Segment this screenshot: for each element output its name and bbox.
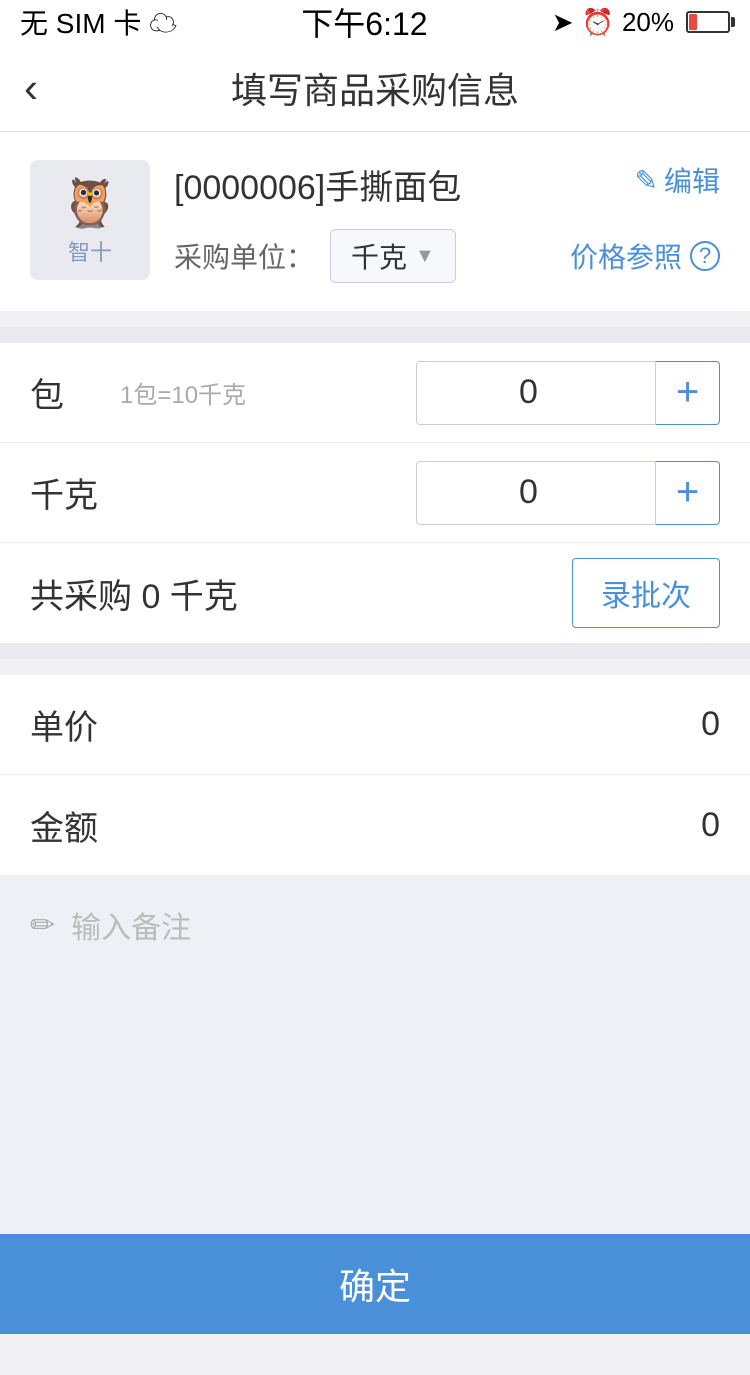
unit-price-label: 单价 <box>30 700 98 749</box>
product-thumb-text: 智十 <box>68 235 112 267</box>
remark-section[interactable]: ✏ 输入备注 <box>0 875 750 975</box>
product-name: [0000006]手撕面包 <box>174 160 461 209</box>
unit-price-row: 单价 0 <box>0 675 750 775</box>
bag-input-row: 包 1包=10千克 + <box>0 343 750 443</box>
kg-plus-button[interactable]: + <box>656 461 720 525</box>
record-batch-button[interactable]: 录批次 <box>572 558 720 628</box>
product-thumbnail: 🦉 智十 <box>30 160 150 280</box>
status-bar: 无 SIM 卡 ☁ 下午6:12 ➤ ⏰ 20% <box>0 0 750 44</box>
amount-row: 金额 0 <box>0 775 750 875</box>
edit-label: 编辑 <box>664 160 720 200</box>
unit-value: 千克 <box>351 236 407 276</box>
nav-bar: ‹ 填写商品采购信息 <box>0 44 750 132</box>
status-left: 无 SIM 卡 ☁ <box>20 2 177 42</box>
kg-label: 千克 <box>30 468 110 517</box>
bag-sublabel: 1包=10千克 <box>120 375 246 410</box>
separator-2 <box>0 643 750 659</box>
product-info: [0000006]手撕面包 ✎ 编辑 采购单位： 千克 ▼ 价格参照 ? <box>174 160 720 283</box>
page-title: 填写商品采购信息 <box>231 62 519 114</box>
unit-label: 采购单位： <box>174 236 314 276</box>
pencil-icon: ✏ <box>30 908 55 943</box>
bag-quantity-input[interactable] <box>416 361 656 425</box>
battery-percent: 20% <box>622 7 674 38</box>
remark-placeholder: 输入备注 <box>71 903 191 947</box>
price-ref-label: 价格参照 <box>570 236 682 276</box>
edit-button[interactable]: ✎ 编辑 <box>635 160 720 200</box>
product-thumb-owl-icon: 🦉 <box>60 174 120 231</box>
summary-text: 共采购 0 千克 <box>30 569 238 618</box>
battery-icon <box>686 11 730 33</box>
price-ref-button[interactable]: 价格参照 ? <box>570 236 720 276</box>
back-button[interactable]: ‹ <box>24 64 38 112</box>
product-card: 🦉 智十 [0000006]手撕面包 ✎ 编辑 采购单位： 千克 ▼ 价格参照 … <box>0 132 750 311</box>
price-section: 单价 0 金额 0 <box>0 675 750 875</box>
kg-quantity-input[interactable] <box>416 461 656 525</box>
summary-row: 共采购 0 千克 录批次 <box>0 543 750 643</box>
status-time: 下午6:12 <box>301 0 427 45</box>
separator-1 <box>0 327 750 343</box>
chevron-down-icon: ▼ <box>415 245 435 268</box>
bag-plus-button[interactable]: + <box>656 361 720 425</box>
unit-price-value: 0 <box>701 705 720 744</box>
amount-label: 金额 <box>30 801 98 850</box>
kg-input-row: 千克 + <box>0 443 750 543</box>
bag-label: 包 <box>30 368 110 417</box>
status-right: ➤ ⏰ 20% <box>552 7 730 38</box>
content-filler <box>0 975 750 1275</box>
edit-icon: ✎ <box>635 164 658 197</box>
confirm-button[interactable]: 确定 <box>0 1234 750 1334</box>
sim-label: 无 SIM 卡 ☁ <box>20 2 177 42</box>
price-ref-help-icon: ? <box>690 241 720 271</box>
input-section: 包 1包=10千克 + 千克 + <box>0 343 750 543</box>
location-icon: ➤ <box>552 7 574 38</box>
amount-value: 0 <box>701 806 720 845</box>
alarm-icon: ⏰ <box>582 7 614 38</box>
unit-select[interactable]: 千克 ▼ <box>330 229 456 283</box>
